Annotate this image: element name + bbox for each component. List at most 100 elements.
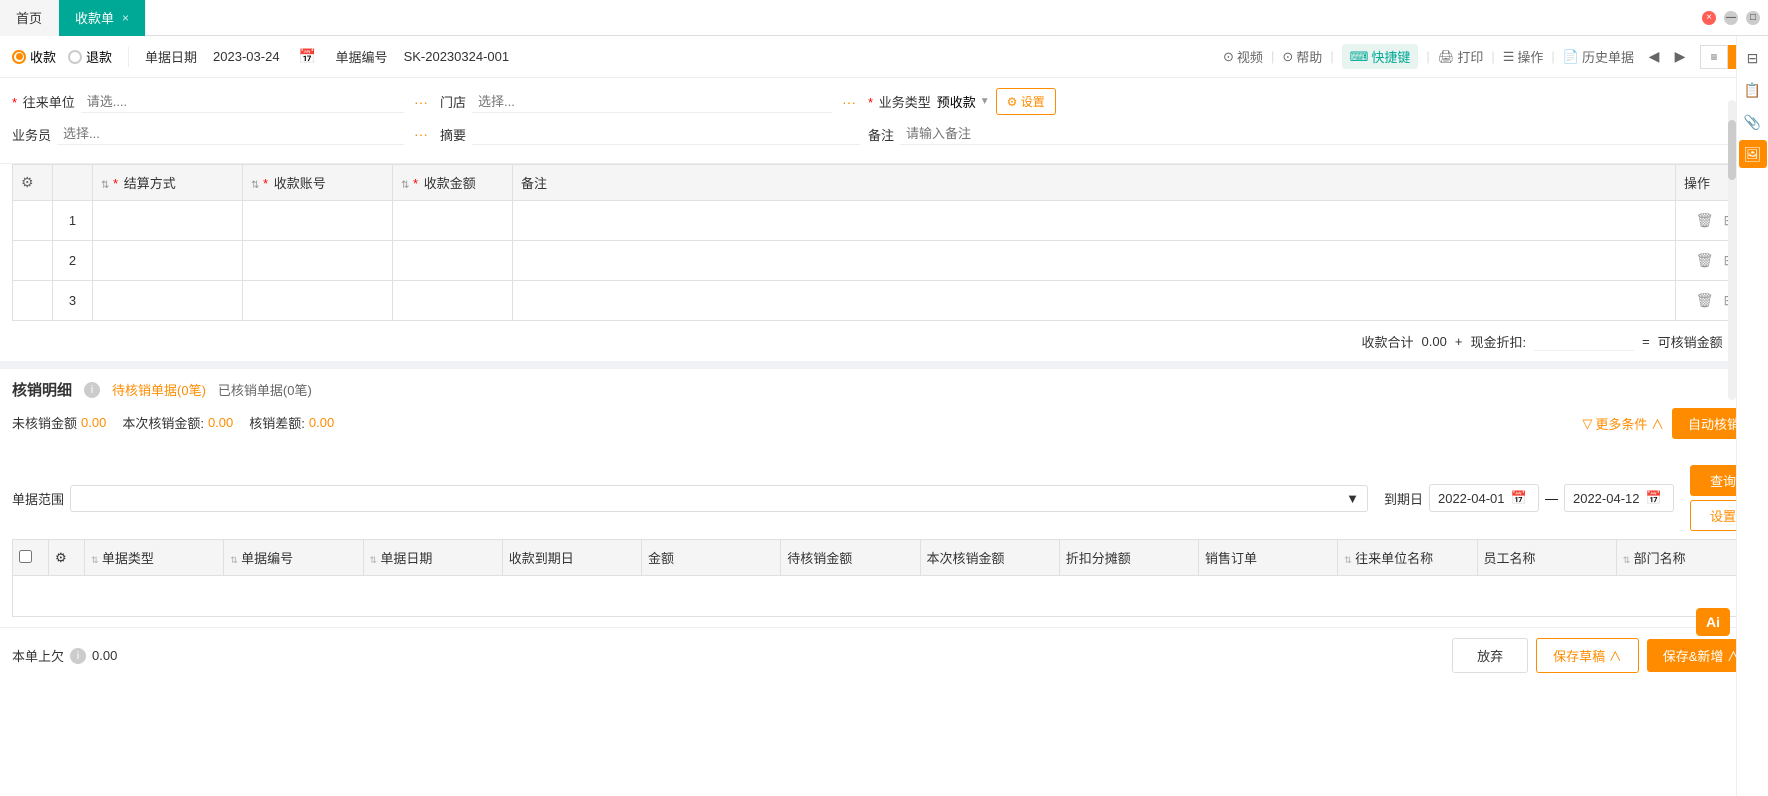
sidebar-table-icon[interactable]: ⊟: [1739, 44, 1767, 72]
print-link[interactable]: 🖨 打印: [1438, 47, 1484, 66]
window-max-btn[interactable]: □: [1746, 11, 1760, 25]
business-type-field: * 业务类型 预收款 ▼ ⚙ 设置: [868, 88, 1756, 115]
more-filter-btn[interactable]: ▽ 更多条件 ∧: [1582, 414, 1664, 433]
verified-tab[interactable]: 已核销单据(0笔): [218, 380, 312, 399]
counterparty-input[interactable]: [81, 91, 404, 113]
tab-receipt[interactable]: 收款单 ×: [59, 0, 146, 36]
verifiable-label: 可核销金额: [1658, 332, 1723, 351]
counterparty-field: * 往来单位 ···: [12, 91, 432, 113]
bill-no-value[interactable]: SK-20230324-001: [404, 49, 510, 64]
radio-refund[interactable]: 退款: [68, 47, 112, 66]
bottom-table-settings-icon[interactable]: ⚙: [55, 550, 67, 565]
td-amount-3[interactable]: [393, 281, 513, 321]
td-settlement-3[interactable]: [93, 281, 243, 321]
help-link[interactable]: ⊙ 帮助: [1282, 47, 1322, 66]
remark-input[interactable]: [900, 123, 1756, 145]
print-label: 打印: [1457, 47, 1483, 66]
bill-no-label: 单据编号: [336, 47, 388, 66]
td-amount-1[interactable]: [393, 201, 513, 241]
store-more-btn[interactable]: ···: [838, 94, 860, 110]
th-counterparty: ⇅ 往来单位名称: [1338, 540, 1477, 576]
td-row-no-2: 2: [53, 241, 93, 281]
verify-section: 核销明细 i 待核销单据(0笔) 已核销单据(0笔) 未核销金额 0.00 本次…: [0, 369, 1768, 627]
td-row-no-1: 1: [53, 201, 93, 241]
th-remark: 备注: [513, 165, 1676, 201]
layout-list-btn[interactable]: ≡: [1700, 45, 1728, 69]
window-controls: × — □: [1694, 11, 1768, 25]
discount-input[interactable]: [1534, 331, 1634, 351]
th-amount: ⇅ * 收款金额: [393, 165, 513, 201]
salesperson-more-btn[interactable]: ···: [410, 126, 432, 142]
save-draft-button[interactable]: 保存草稿 ∧: [1536, 638, 1639, 673]
date-start-input[interactable]: 2022-04-01 📅: [1429, 484, 1539, 512]
current-value: 0.00: [208, 415, 233, 430]
store-input[interactable]: [472, 91, 832, 113]
discard-button[interactable]: 放弃: [1452, 638, 1528, 673]
table-settings-icon[interactable]: ⚙: [21, 174, 34, 190]
td-amount-2[interactable]: [393, 241, 513, 281]
business-type-select[interactable]: 预收款 ▼: [937, 92, 990, 111]
next-btn[interactable]: ▶: [1668, 45, 1692, 69]
sidebar-attach-icon[interactable]: 📎: [1739, 108, 1767, 136]
pending-tab[interactable]: 待核销单据(0笔): [112, 380, 206, 399]
td-remark-1[interactable]: [513, 201, 1676, 241]
sort-icon-account: ⇅: [251, 180, 259, 191]
salesperson-input[interactable]: [57, 123, 404, 145]
td-remark-2[interactable]: [513, 241, 1676, 281]
toolbar-actions: ⊙ 视频 | ⊙ 帮助 | ⌨ 快捷键 | 🖨 打印 | ☰ 操作: [1223, 44, 1756, 69]
table-header-row: ⚙ ⇅ * 结算方式 ⇅ * 收款账号 ⇅ *: [13, 165, 1756, 201]
operation-link[interactable]: ☰ 操作: [1503, 47, 1544, 66]
td-account-3[interactable]: [243, 281, 393, 321]
store-field: 门店 ···: [440, 91, 860, 113]
salesperson-label: 业务员: [12, 125, 51, 144]
footer-info-icon[interactable]: i: [70, 648, 86, 664]
th-check[interactable]: [13, 540, 49, 576]
ai-badge[interactable]: Ai: [1696, 608, 1730, 636]
delete-row-2-btn[interactable]: 🗑: [1694, 250, 1716, 271]
unchecked-value: 0.00: [81, 415, 106, 430]
main-content: 收款 退款 单据日期 2023-03-24 📅 单据编号 SK-20230324…: [0, 36, 1768, 796]
empty-row-cell: [13, 576, 1756, 617]
th-amount: 金额: [642, 540, 781, 576]
bill-range-select[interactable]: ▼: [70, 485, 1368, 512]
shortcut-link[interactable]: ⌨ 快捷键: [1342, 44, 1419, 69]
summary-input[interactable]: [472, 123, 860, 145]
last-value: 0.00: [92, 648, 117, 663]
date-value[interactable]: 2023-03-24: [213, 49, 280, 64]
delete-row-1-btn[interactable]: 🗑: [1694, 210, 1716, 231]
delete-row-3-btn[interactable]: 🗑: [1694, 290, 1716, 311]
td-settlement-2[interactable]: [93, 241, 243, 281]
th-settings[interactable]: ⚙: [13, 165, 53, 201]
td-empty-2: [13, 241, 53, 281]
sidebar-image-icon[interactable]: 🖼: [1739, 140, 1767, 168]
prev-btn[interactable]: ◀: [1642, 45, 1666, 69]
video-link[interactable]: ⊙ 视频: [1223, 47, 1263, 66]
window-min-btn[interactable]: —: [1724, 11, 1738, 25]
th-gear[interactable]: ⚙: [49, 540, 85, 576]
tab-home-label: 首页: [16, 8, 42, 27]
counterparty-more-btn[interactable]: ···: [410, 94, 432, 110]
td-account-2[interactable]: [243, 241, 393, 281]
window-close-btn[interactable]: ×: [1702, 11, 1716, 25]
table-row: 1 🗑 ⊞: [13, 201, 1756, 241]
scrollbar-thumb[interactable]: [1728, 120, 1736, 180]
sidebar-doc-icon[interactable]: 📋: [1739, 76, 1767, 104]
td-empty-3: [13, 281, 53, 321]
th-no: [53, 165, 93, 201]
radio-receipt[interactable]: 收款: [12, 47, 56, 66]
info-icon[interactable]: i: [84, 382, 100, 398]
tab-close-icon[interactable]: ×: [122, 11, 129, 25]
td-settlement-1[interactable]: [93, 201, 243, 241]
total-value: 0.00: [1422, 334, 1447, 349]
calendar-icon[interactable]: 📅: [296, 45, 320, 69]
settings-button[interactable]: ⚙ 设置: [996, 88, 1056, 115]
radio-refund-label: 退款: [86, 47, 112, 66]
td-account-1[interactable]: [243, 201, 393, 241]
history-link[interactable]: 📄 历史单据: [1563, 47, 1634, 66]
date-end-input[interactable]: 2022-04-12 📅: [1564, 484, 1674, 512]
toolbar: 收款 退款 单据日期 2023-03-24 📅 单据编号 SK-20230324…: [0, 36, 1768, 78]
radio-refund-circle: [68, 50, 82, 64]
tab-home[interactable]: 首页: [0, 0, 59, 36]
select-all-checkbox[interactable]: [19, 550, 32, 563]
td-remark-3[interactable]: [513, 281, 1676, 321]
